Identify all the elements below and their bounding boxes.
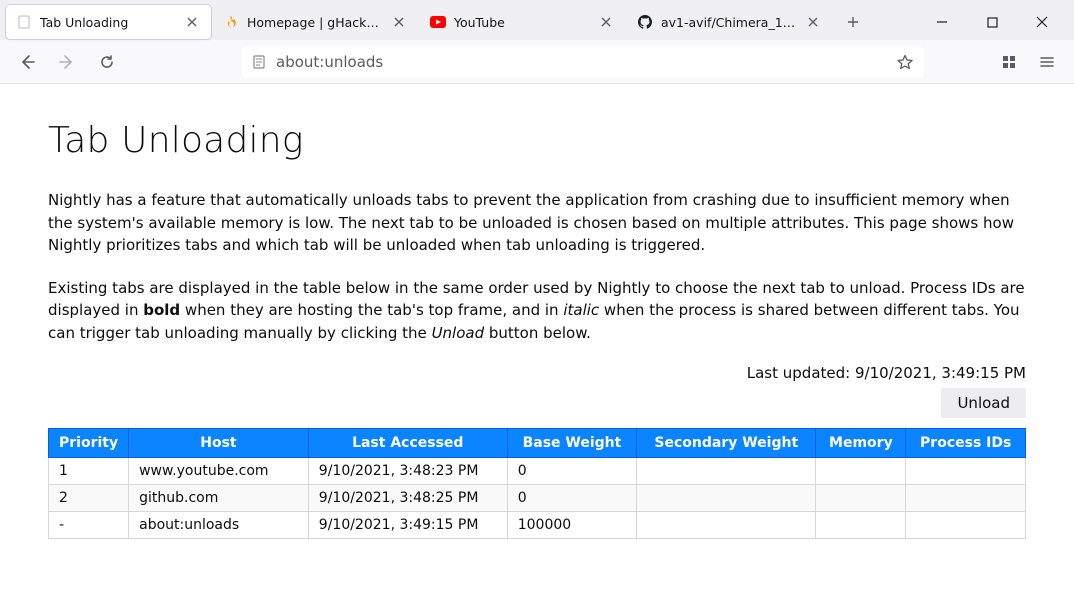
cell-base: 100000 [507, 512, 636, 539]
forward-button[interactable] [52, 47, 82, 77]
table-row: -about:unloads9/10/2021, 3:49:15 PM10000… [49, 512, 1026, 539]
menu-button[interactable] [1032, 47, 1062, 77]
th-process-ids: Process IDs [906, 429, 1026, 458]
th-memory: Memory [816, 429, 906, 458]
table-header-row: Priority Host Last Accessed Base Weight … [49, 429, 1026, 458]
tab-priority-table: Priority Host Last Accessed Base Weight … [48, 428, 1026, 539]
cell-sec [637, 512, 816, 539]
bookmark-star-icon[interactable] [894, 51, 916, 73]
th-host: Host [129, 429, 309, 458]
last-updated: Last updated: 9/10/2021, 3:49:15 PM [747, 364, 1026, 382]
github-icon [637, 14, 653, 30]
cell-last: 9/10/2021, 3:48:23 PM [308, 458, 507, 485]
close-icon[interactable] [183, 13, 201, 31]
th-last-accessed: Last Accessed [308, 429, 507, 458]
cell-mem [816, 512, 906, 539]
cell-mem [816, 458, 906, 485]
cell-sec [637, 458, 816, 485]
cell-base: 0 [507, 485, 636, 512]
tab-label: av1-avif/Chimera_10bit_cropped [661, 15, 796, 30]
cell-host: about:unloads [129, 512, 309, 539]
youtube-icon [430, 14, 446, 30]
cell-host: github.com [129, 485, 309, 512]
toolbar: about:unloads [0, 40, 1074, 84]
table-row: 1www.youtube.com9/10/2021, 3:48:23 PM0 [49, 458, 1026, 485]
tab-youtube[interactable]: YouTube [420, 5, 625, 39]
page-identity-icon[interactable] [250, 53, 268, 71]
cell-last: 9/10/2021, 3:49:15 PM [308, 512, 507, 539]
apps-icon[interactable] [994, 47, 1024, 77]
cell-host: www.youtube.com [129, 458, 309, 485]
intro-paragraph-2: Existing tabs are displayed in the table… [48, 277, 1026, 345]
tab-label: YouTube [454, 15, 589, 30]
unload-button[interactable]: Unload [941, 388, 1026, 418]
cell-last: 9/10/2021, 3:48:25 PM [308, 485, 507, 512]
page-title: Tab Unloading [48, 120, 1026, 161]
tab-unloading[interactable]: Tab Unloading [6, 5, 211, 39]
close-icon[interactable] [597, 13, 615, 31]
th-priority: Priority [49, 429, 129, 458]
cell-priority: 2 [49, 485, 129, 512]
reload-button[interactable] [92, 47, 122, 77]
page-content: Tab Unloading Nightly has a feature that… [0, 84, 1074, 610]
tab-label: Tab Unloading [40, 15, 175, 30]
close-window-button[interactable] [1020, 7, 1064, 37]
cell-pid [906, 485, 1026, 512]
maximize-button[interactable] [970, 7, 1014, 37]
cell-mem [816, 485, 906, 512]
fire-icon [223, 14, 239, 30]
url-bar[interactable]: about:unloads [242, 46, 924, 78]
th-base-weight: Base Weight [507, 429, 636, 458]
cell-priority: - [49, 512, 129, 539]
cell-pid [906, 512, 1026, 539]
cell-pid [906, 458, 1026, 485]
blank-page-icon [16, 14, 32, 30]
tab-strip: Tab Unloading Homepage | gHacks Technolo… [0, 0, 1074, 40]
new-tab-button[interactable] [838, 7, 868, 37]
url-text: about:unloads [276, 53, 886, 71]
th-secondary-weight: Secondary Weight [637, 429, 816, 458]
window-controls [920, 7, 1068, 37]
intro-paragraph-1: Nightly has a feature that automatically… [48, 189, 1026, 257]
cell-sec [637, 485, 816, 512]
cell-base: 0 [507, 458, 636, 485]
close-icon[interactable] [804, 13, 822, 31]
cell-priority: 1 [49, 458, 129, 485]
tab-label: Homepage | gHacks Technology [247, 15, 382, 30]
table-row: 2github.com9/10/2021, 3:48:25 PM0 [49, 485, 1026, 512]
back-button[interactable] [12, 47, 42, 77]
minimize-button[interactable] [920, 7, 964, 37]
tab-ghacks[interactable]: Homepage | gHacks Technology [213, 5, 418, 39]
close-icon[interactable] [390, 13, 408, 31]
tab-github[interactable]: av1-avif/Chimera_10bit_cropped [627, 5, 832, 39]
